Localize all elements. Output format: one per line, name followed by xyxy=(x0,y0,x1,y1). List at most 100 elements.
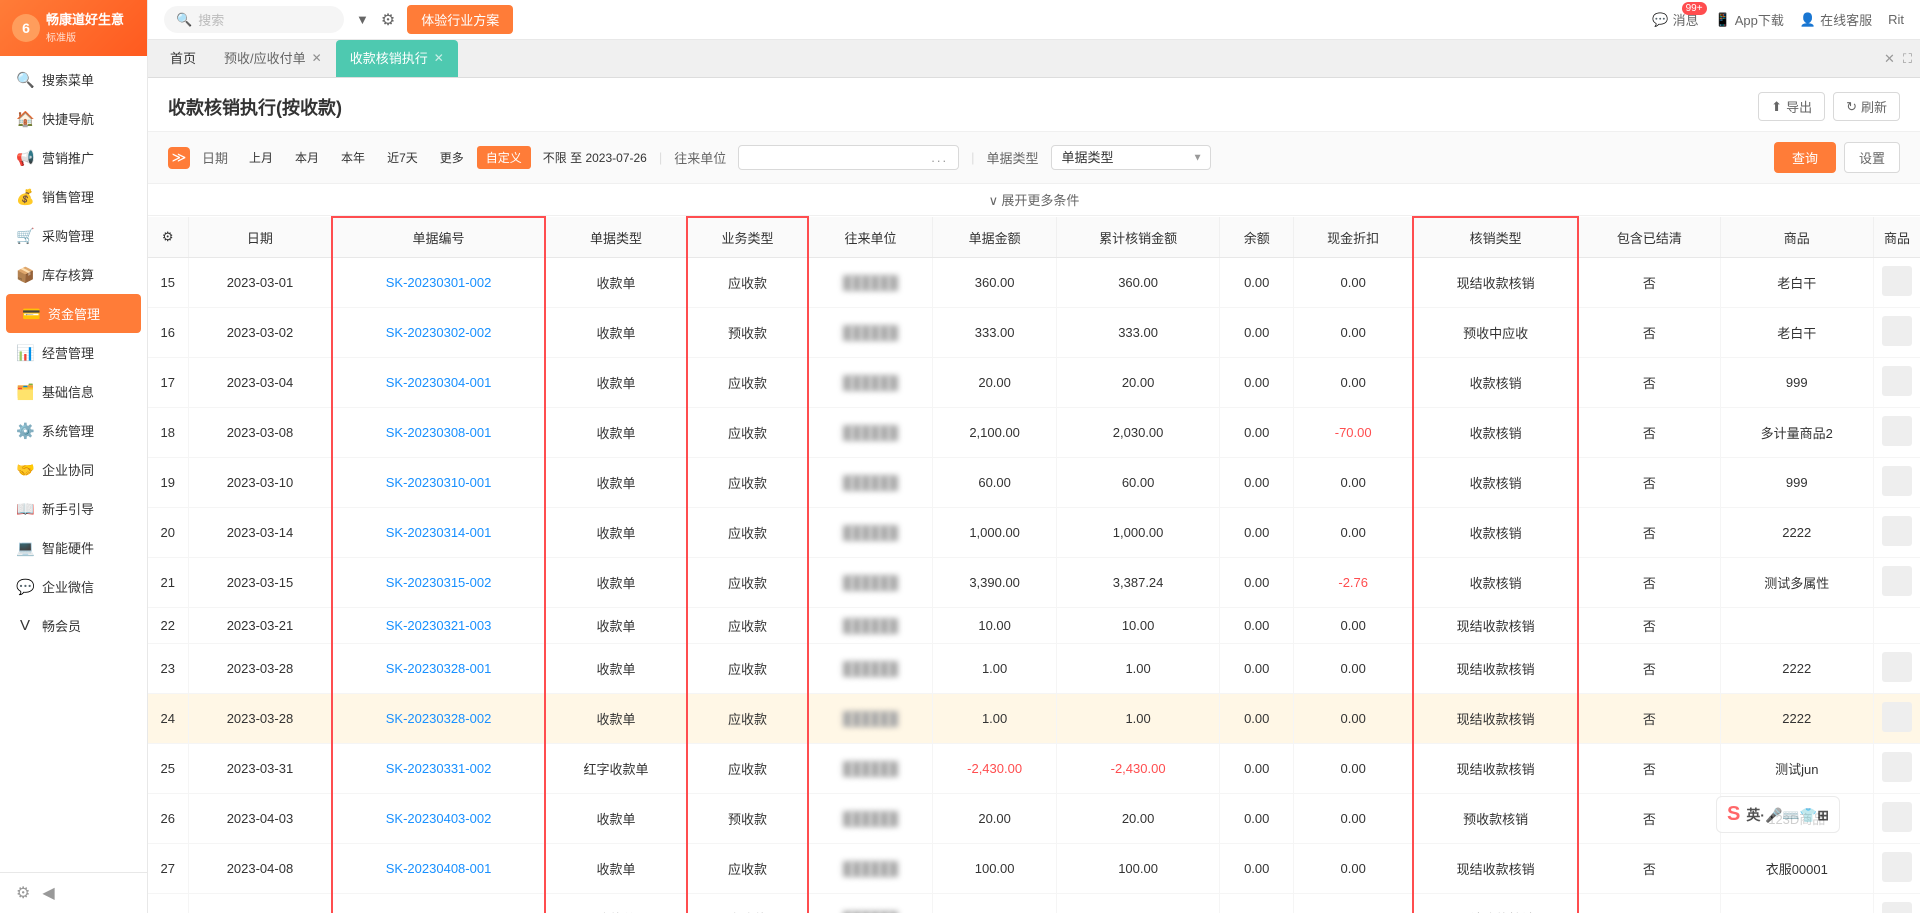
sidebar-item-guide[interactable]: 📖 新手引导 xyxy=(0,489,147,528)
table-row[interactable]: 16 2023-03-02 SK-20230302-002 收款单 预收款 ██… xyxy=(148,308,1920,358)
sidebar-item-sales[interactable]: 💰 销售管理 xyxy=(0,177,147,216)
cell-bill-no: SK-20230418-001 xyxy=(332,894,544,913)
messages-button[interactable]: 💬 消息 99+ xyxy=(1652,10,1698,29)
app-download-button[interactable]: 📱 App下载 xyxy=(1715,10,1784,29)
date-more-btn[interactable]: 更多 xyxy=(431,146,473,169)
collapse-icon[interactable]: ◀ xyxy=(42,883,54,903)
cell-cash-discount: 0.00 xyxy=(1294,644,1413,694)
bill-no-link[interactable]: SK-20230301-002 xyxy=(386,275,492,290)
page-title: 收款核销执行(按收款) xyxy=(168,94,342,120)
sidebar-item-inventory[interactable]: 📦 库存核算 xyxy=(0,255,147,294)
tab-collection[interactable]: 收款核销执行 ✕ xyxy=(336,40,458,77)
bill-no-link[interactable]: SK-20230408-001 xyxy=(386,861,492,876)
industry-solution-button[interactable]: 体验行业方案 xyxy=(407,5,513,34)
table-row[interactable]: 15 2023-03-01 SK-20230301-002 收款单 应收款 ██… xyxy=(148,258,1920,308)
cell-product-img xyxy=(1874,258,1920,308)
table-row[interactable]: 27 2023-04-08 SK-20230408-001 收款单 应收款 ██… xyxy=(148,844,1920,894)
tab-collection-close[interactable]: ✕ xyxy=(434,51,444,65)
table-row[interactable]: 17 2023-03-04 SK-20230304-001 收款单 应收款 ██… xyxy=(148,358,1920,408)
bill-no-link[interactable]: SK-20230308-001 xyxy=(386,425,492,440)
online-service-button[interactable]: 👤 在线客服 xyxy=(1800,10,1872,29)
table-row[interactable]: 26 2023-04-03 SK-20230403-002 收款单 预收款 ██… xyxy=(148,794,1920,844)
topbar-search[interactable]: 🔍 搜索 xyxy=(164,6,344,33)
bill-type-select-wrap[interactable]: 单据类型 xyxy=(1051,145,1211,170)
filter-expand-button[interactable]: ≫ xyxy=(168,147,190,169)
cell-cumulative: 333.00 xyxy=(1056,308,1219,358)
party-input-field[interactable] xyxy=(749,150,925,165)
sidebar-item-search[interactable]: 🔍 搜索菜单 xyxy=(0,60,147,99)
bill-no-link[interactable]: SK-20230403-002 xyxy=(386,811,492,826)
cell-cumulative: 1.00 xyxy=(1056,644,1219,694)
expand-more-conditions[interactable]: ∨ 展开更多条件 xyxy=(148,184,1920,216)
table-row[interactable]: 25 2023-03-31 SK-20230331-002 红字收款单 应收款 … xyxy=(148,744,1920,794)
party-browse-icon[interactable]: ... xyxy=(931,150,948,165)
sidebar-item-quick[interactable]: 🏠 快捷导航 xyxy=(0,99,147,138)
cell-bill-type: 收款单 xyxy=(545,844,688,894)
table-row[interactable]: 18 2023-03-08 SK-20230308-001 收款单 应收款 ██… xyxy=(148,408,1920,458)
cell-product: 多计量商品2 xyxy=(1720,408,1873,458)
bill-no-link[interactable]: SK-20230331-002 xyxy=(386,761,492,776)
cell-bill-no: SK-20230304-001 xyxy=(332,358,544,408)
tab-close-all-icon[interactable]: ✕ xyxy=(1884,51,1895,67)
bill-no-link[interactable]: SK-20230304-001 xyxy=(386,375,492,390)
cell-bill-type: 收款单 xyxy=(545,408,688,458)
cell-cumulative: 100.00 xyxy=(1056,844,1219,894)
cell-balance: 0.00 xyxy=(1220,308,1294,358)
table-row[interactable]: 23 2023-03-28 SK-20230328-001 收款单 应收款 ██… xyxy=(148,644,1920,694)
topbar-dropdown[interactable]: ▼ xyxy=(356,12,369,27)
page-header-actions: ⬆ 导出 ↻ 刷新 xyxy=(1758,92,1900,121)
cell-bill-no: SK-20230321-003 xyxy=(332,608,544,644)
sidebar-icon-marketing: 📢 xyxy=(16,149,34,167)
table-row[interactable]: 24 2023-03-28 SK-20230328-002 收款单 应收款 ██… xyxy=(148,694,1920,744)
export-button[interactable]: ⬆ 导出 xyxy=(1758,92,1825,121)
sidebar-item-purchase[interactable]: 🛒 采购管理 xyxy=(0,216,147,255)
tab-prepay-close[interactable]: ✕ xyxy=(312,51,322,65)
cell-amount: 1.00 xyxy=(933,644,1057,694)
sidebar-item-collab[interactable]: 🤝 企业协同 xyxy=(0,450,147,489)
setting-button[interactable]: 设置 xyxy=(1844,142,1900,173)
bill-no-link[interactable]: SK-20230328-001 xyxy=(386,661,492,676)
topbar-gear-icon[interactable]: ⚙ xyxy=(381,10,395,30)
table-row[interactable]: 19 2023-03-10 SK-20230310-001 收款单 应收款 ██… xyxy=(148,458,1920,508)
sidebar-label-wechat: 企业微信 xyxy=(42,577,94,596)
bill-no-link[interactable]: SK-20230302-002 xyxy=(386,325,492,340)
cell-cancel-type: 收款核销 xyxy=(1413,508,1578,558)
sidebar-item-system[interactable]: ⚙️ 系统管理 xyxy=(0,411,147,450)
user-avatar[interactable]: Rit xyxy=(1888,12,1904,27)
bill-no-link[interactable]: SK-20230310-001 xyxy=(386,475,492,490)
settings-icon[interactable]: ⚙ xyxy=(16,883,30,903)
party-input[interactable]: ... xyxy=(738,145,959,170)
tab-maximize-icon[interactable]: ⛶ xyxy=(1903,51,1912,67)
refresh-button[interactable]: ↻ 刷新 xyxy=(1833,92,1900,121)
table-row[interactable]: 21 2023-03-15 SK-20230315-002 收款单 应收款 ██… xyxy=(148,558,1920,608)
bill-no-link[interactable]: SK-20230314-001 xyxy=(386,525,492,540)
date-this-month-btn[interactable]: 本月 xyxy=(286,146,328,169)
col-settings[interactable]: ⚙ xyxy=(148,217,188,258)
date-custom-btn[interactable]: 自定义 xyxy=(477,146,531,169)
date-this-year-btn[interactable]: 本年 xyxy=(332,146,374,169)
sidebar-icon-collab: 🤝 xyxy=(16,461,34,479)
tab-prepay[interactable]: 预收/应收付单 ✕ xyxy=(210,40,336,77)
sidebar-item-member[interactable]: V 畅会员 xyxy=(0,606,147,645)
sidebar-item-hardware[interactable]: 💻 智能硬件 xyxy=(0,528,147,567)
sidebar-item-wechat[interactable]: 💬 企业微信 xyxy=(0,567,147,606)
bill-type-select[interactable]: 单据类型 xyxy=(1051,145,1211,170)
bill-no-link[interactable]: SK-20230315-002 xyxy=(386,575,492,590)
query-button[interactable]: 查询 xyxy=(1774,142,1836,173)
cell-include-settled: 否 xyxy=(1578,644,1720,694)
sidebar-item-operation[interactable]: 📊 经营管理 xyxy=(0,333,147,372)
bill-no-link[interactable]: SK-20230321-003 xyxy=(386,618,492,633)
cell-biz-type: 应收款 xyxy=(687,358,807,408)
date-7days-btn[interactable]: 近7天 xyxy=(378,146,427,169)
date-prev-month-btn[interactable]: 上月 xyxy=(240,146,282,169)
sidebar-item-marketing[interactable]: 📢 营销推广 xyxy=(0,138,147,177)
sidebar-item-base[interactable]: 🗂️ 基础信息 xyxy=(0,372,147,411)
sidebar-item-finance[interactable]: 💳 资金管理 xyxy=(6,294,141,333)
cell-cancel-type: 收款核销 xyxy=(1413,558,1578,608)
table-row[interactable]: 28 2023-04-18 SK-20230418-001 收款单 应收款 ██… xyxy=(148,894,1920,913)
table-row[interactable]: 20 2023-03-14 SK-20230314-001 收款单 应收款 ██… xyxy=(148,508,1920,558)
table-row[interactable]: 22 2023-03-21 SK-20230321-003 收款单 应收款 ██… xyxy=(148,608,1920,644)
bill-no-link[interactable]: SK-20230328-002 xyxy=(386,711,492,726)
tab-home[interactable]: 首页 xyxy=(156,40,210,77)
cell-amount: 20.00 xyxy=(933,358,1057,408)
